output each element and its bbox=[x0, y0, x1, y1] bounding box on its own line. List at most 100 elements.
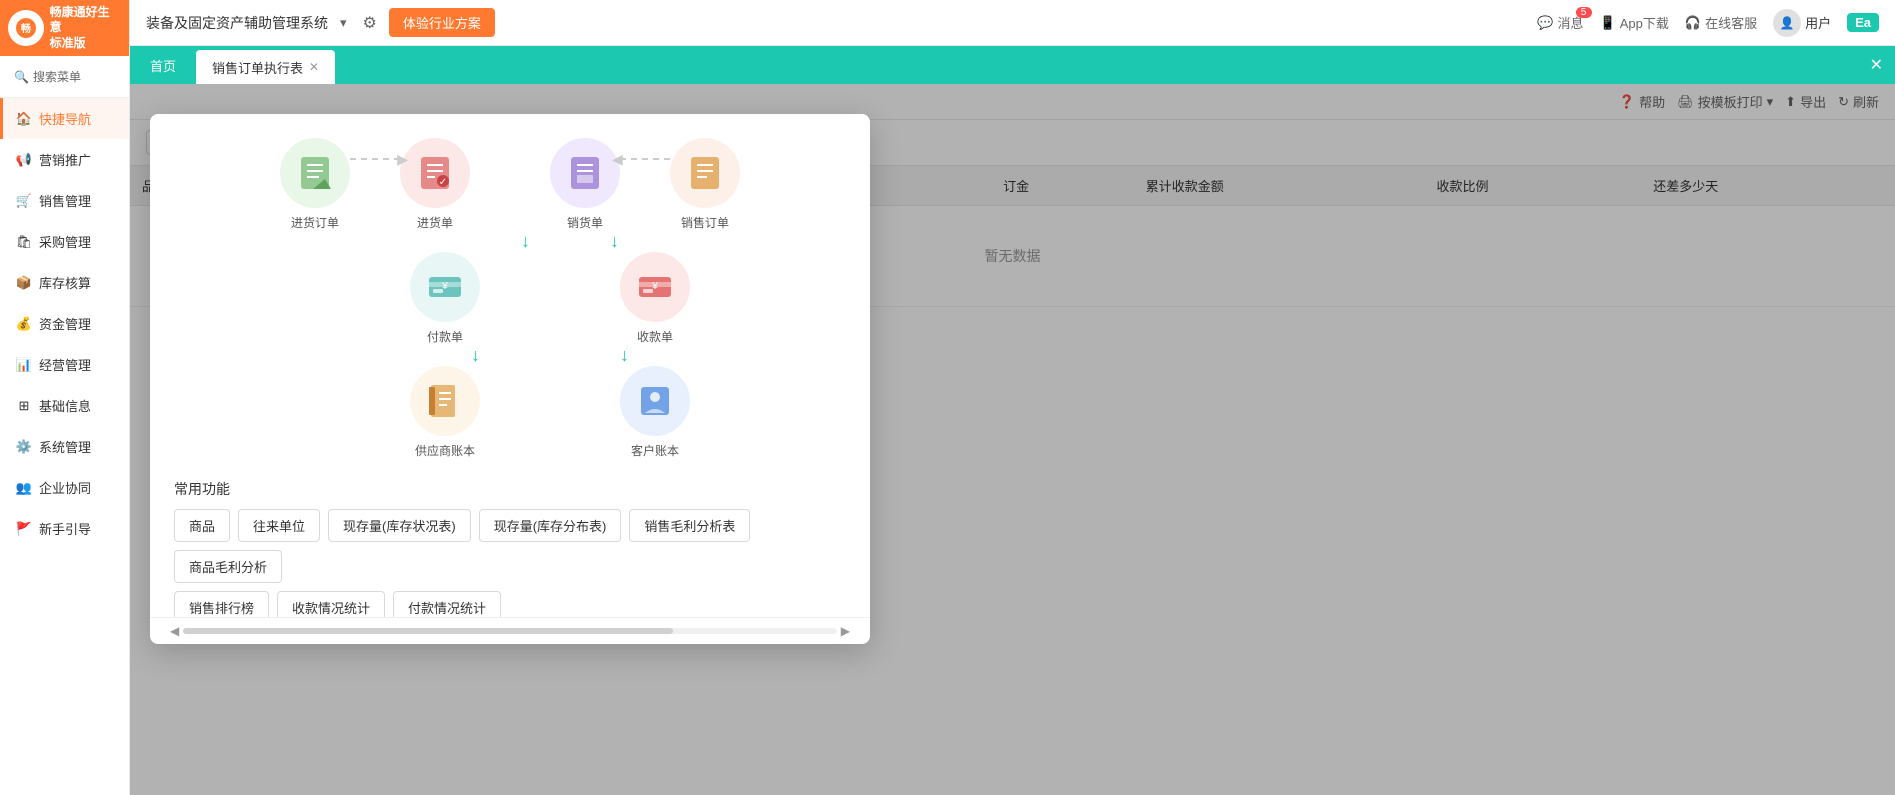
sidebar-nav: 🏠 快捷导航 📢 营销推广 🛒 销售管理 🛍 采购管理 📦 库存核算 💰 bbox=[0, 98, 129, 795]
purchase-order-label: 进货订单 bbox=[291, 214, 339, 231]
search-menu-button[interactable]: 🔍 搜索菜单 bbox=[8, 64, 121, 89]
function-btn-group-2: 销售排行榜 收款情况统计 付款情况统计 bbox=[174, 591, 846, 617]
popup-overlay: 进货订单 ▶ ✓ bbox=[130, 84, 1895, 795]
wallet-icon: 💰 bbox=[15, 315, 33, 333]
arrow-down-payment: ↓ bbox=[471, 345, 480, 366]
tab-bar-close-button[interactable]: ✕ bbox=[1870, 55, 1883, 75]
logo-icon: 畅 bbox=[8, 10, 44, 46]
arrow-right-1: ▶ bbox=[350, 138, 400, 160]
supplier-ledger-icon bbox=[410, 366, 480, 436]
function-btn-group-1: 商品 往来单位 现存量(库存状况表) 现存量(库存分布表) 销售毛利分析表 商品… bbox=[174, 509, 846, 583]
purchase-down-col: ↓ bbox=[521, 231, 530, 252]
tab-sales-order[interactable]: 销售订单执行表 ✕ bbox=[196, 50, 335, 85]
fn-btn-payment-stats[interactable]: 付款情况统计 bbox=[393, 591, 501, 617]
flow-node-payment: ¥ 付款单 bbox=[410, 252, 480, 345]
sidebar-item-inventory[interactable]: 📦 库存核算 bbox=[0, 262, 129, 303]
sidebar-logo: 畅 畅康通好生意 标准版 bbox=[0, 0, 129, 56]
fn-btn-sales-margin[interactable]: 销售毛利分析表 bbox=[629, 509, 750, 542]
tab-bar: 首页 销售订单执行表 ✕ ✕ bbox=[130, 46, 1895, 84]
flow-row-3: 供应商账本 客户账本 bbox=[174, 366, 846, 459]
experience-button[interactable]: 体验行业方案 bbox=[389, 8, 495, 37]
bag-icon: 🛍 bbox=[15, 233, 33, 251]
sidebar-item-finance[interactable]: 💰 资金管理 bbox=[0, 303, 129, 344]
receipt-label: 收款单 bbox=[637, 328, 673, 345]
svg-text:¥: ¥ bbox=[441, 281, 448, 292]
sidebar-item-basic[interactable]: ⊞ 基础信息 bbox=[0, 385, 129, 426]
sidebar-item-system[interactable]: ⚙️ 系统管理 bbox=[0, 426, 129, 467]
app-download-button[interactable]: 📱 App下载 bbox=[1600, 13, 1669, 32]
fn-btn-product-margin[interactable]: 商品毛利分析 bbox=[174, 550, 282, 583]
flow-popup: 进货订单 ▶ ✓ bbox=[150, 114, 870, 644]
user-name: 用户 bbox=[1805, 13, 1831, 32]
fn-btn-sales-rank[interactable]: 销售排行榜 bbox=[174, 591, 269, 617]
purchase-receipt-icon: ✓ bbox=[400, 138, 470, 208]
settings-gear-icon[interactable]: ⚙ bbox=[363, 13, 377, 33]
megaphone-icon: 📢 bbox=[15, 151, 33, 169]
sidebar-item-purchase[interactable]: 🛍 采购管理 bbox=[0, 221, 129, 262]
chevron-down-icon: ▾ bbox=[340, 15, 347, 31]
user-avatar: 👤 bbox=[1773, 9, 1801, 37]
flow-row-2: ¥ 付款单 ¥ 收款单 bbox=[174, 252, 846, 345]
home-icon: 🏠 bbox=[15, 110, 33, 128]
search-icon: 🔍 bbox=[14, 70, 29, 84]
tab-close-button[interactable]: ✕ bbox=[309, 60, 319, 74]
spacer-col2 bbox=[471, 231, 521, 252]
sales-receipt-label: 销货单 bbox=[567, 214, 603, 231]
common-functions: 常用功能 商品 往来单位 现存量(库存状况表) 现存量(库存分布表) 销售毛利分… bbox=[174, 479, 846, 617]
sales-order-label: 销售订单 bbox=[681, 214, 729, 231]
arrow-left-1: ◀ bbox=[620, 138, 670, 160]
sidebar-search[interactable]: 🔍 搜索菜单 bbox=[0, 56, 129, 98]
right-content: ❓ 帮助 🖨 按模板打印 ▾ ⬆ 导出 ↻ 刷新 bbox=[130, 84, 1895, 795]
flag-icon: 🚩 bbox=[15, 520, 33, 538]
receipt-down-col: ↓ bbox=[620, 345, 629, 366]
fn-btn-stock-dist[interactable]: 现存量(库存分布表) bbox=[479, 509, 622, 542]
sidebar-item-marketing[interactable]: 📢 营销推广 bbox=[0, 139, 129, 180]
main-area: 装备及固定资产辅助管理系统 ▾ ⚙ 体验行业方案 💬 消息 5 📱 App下载 … bbox=[130, 0, 1895, 795]
scrollbar-left-arrow[interactable]: ◀ bbox=[166, 624, 183, 638]
sidebar-item-guide[interactable]: 🚩 新手引导 bbox=[0, 508, 129, 549]
customer-ledger-icon bbox=[620, 366, 690, 436]
scrollbar-right-arrow[interactable]: ▶ bbox=[837, 624, 854, 638]
flow-node-sales-receipt: 销货单 bbox=[550, 138, 620, 231]
fn-btn-partner[interactable]: 往来单位 bbox=[238, 509, 320, 542]
sidebar-item-sales[interactable]: 🛒 销售管理 bbox=[0, 180, 129, 221]
tab-home[interactable]: 首页 bbox=[130, 48, 196, 83]
online-service-button[interactable]: 🎧 在线客服 bbox=[1685, 13, 1757, 32]
settings-icon: ⚙️ bbox=[15, 438, 33, 456]
arrow-down-purchase: ↓ bbox=[521, 231, 530, 252]
logo-text: 畅康通好生意 标准版 bbox=[50, 5, 121, 52]
flow-node-receipt: ¥ 收款单 bbox=[620, 252, 690, 345]
sidebar-item-collab[interactable]: 👥 企业协同 bbox=[0, 467, 129, 508]
receipt-icon: ¥ bbox=[620, 252, 690, 322]
fn-btn-stock-status[interactable]: 现存量(库存状况表) bbox=[328, 509, 471, 542]
user-profile[interactable]: 👤 用户 bbox=[1773, 9, 1831, 37]
message-button[interactable]: 💬 消息 5 bbox=[1537, 13, 1583, 32]
flow-node-purchase-order: 进货订单 bbox=[280, 138, 350, 231]
purchase-receipt-label: 进货单 bbox=[417, 214, 453, 231]
chart-icon: 📊 bbox=[15, 356, 33, 374]
payment-down-col: ↓ bbox=[471, 345, 480, 366]
fn-btn-product[interactable]: 商品 bbox=[174, 509, 230, 542]
download-icon: 📱 bbox=[1600, 15, 1616, 31]
spacer-mid bbox=[530, 231, 610, 252]
grid-icon: ⊞ bbox=[15, 397, 33, 415]
arrow-down-receipt: ↓ bbox=[620, 345, 629, 366]
people-icon: 👥 bbox=[15, 479, 33, 497]
sidebar-item-quick-nav[interactable]: 🏠 快捷导航 bbox=[0, 98, 129, 139]
sidebar-item-operations[interactable]: 📊 经营管理 bbox=[0, 344, 129, 385]
system-dropdown[interactable]: ▾ bbox=[340, 15, 347, 31]
payment-label: 付款单 bbox=[427, 328, 463, 345]
popup-scrollbar: ◀ ▶ bbox=[150, 617, 870, 644]
fn-btn-receipt-stats[interactable]: 收款情况统计 bbox=[277, 591, 385, 617]
purchase-order-icon bbox=[280, 138, 350, 208]
flow-node-supplier-ledger: 供应商账本 bbox=[410, 366, 480, 459]
header-right: 💬 消息 5 📱 App下载 🎧 在线客服 👤 用户 bbox=[1537, 9, 1879, 37]
message-icon: 💬 bbox=[1537, 15, 1553, 31]
sales-order-icon bbox=[670, 138, 740, 208]
scrollbar-track[interactable] bbox=[183, 628, 837, 634]
flow-node-purchase-receipt: ✓ 进货单 bbox=[400, 138, 470, 231]
spacer-col1 bbox=[401, 231, 471, 252]
popup-content: 进货订单 ▶ ✓ bbox=[150, 114, 870, 617]
flow-node-sales-order: 销售订单 bbox=[670, 138, 740, 231]
svg-text:✓: ✓ bbox=[439, 177, 447, 188]
